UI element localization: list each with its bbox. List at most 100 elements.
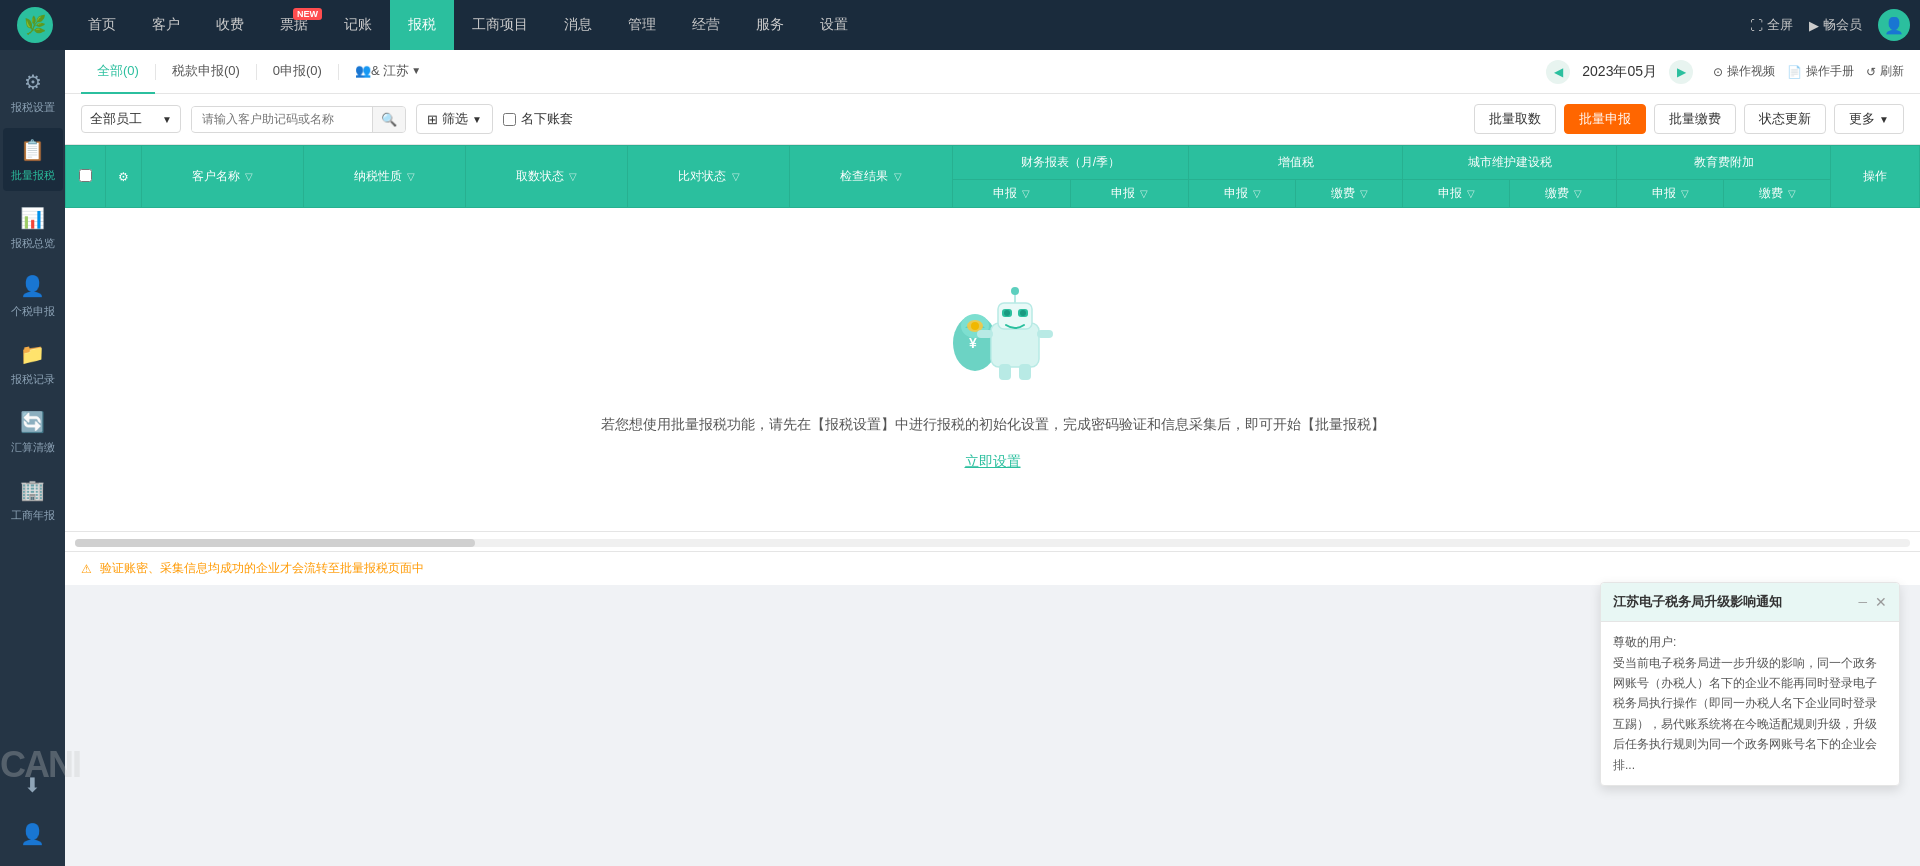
nav-billing[interactable]: 收费 <box>198 0 262 50</box>
date-prev-btn[interactable]: ◀ <box>1546 60 1570 84</box>
nav-operation[interactable]: 经营 <box>674 0 738 50</box>
nav-service[interactable]: 服务 <box>738 0 802 50</box>
video-action[interactable]: ⊙ 操作视频 <box>1713 63 1775 80</box>
status-update-button[interactable]: 状态更新 <box>1744 104 1826 134</box>
chevron-down-icon: ▼ <box>411 65 421 76</box>
th-city-construction: 城市维护建设税 <box>1403 146 1617 180</box>
nav-right: ⛶ 全屏 ▶ 畅会员 👤 <box>1750 9 1910 41</box>
scroll-thumb[interactable] <box>75 539 475 547</box>
filter-button[interactable]: ⊞ 筛选 ▼ <box>416 104 493 134</box>
nav-business[interactable]: 工商项目 <box>454 0 546 50</box>
tab-tax-report[interactable]: 税款申报(0) <box>156 50 256 94</box>
sidebar-item-annual-report[interactable]: 🏢 工商年报 <box>3 468 63 531</box>
tab-zero-report[interactable]: 0申报(0) <box>257 50 338 94</box>
th-fetch-status[interactable]: 取数状态 ▽ <box>466 146 628 208</box>
svg-rect-13 <box>977 330 993 338</box>
sidebar-download[interactable]: ⬇ <box>3 763 63 807</box>
svg-rect-16 <box>1019 364 1031 380</box>
refresh-icon: ↺ <box>1866 65 1876 79</box>
nav-customer[interactable]: 客户 <box>134 0 198 50</box>
th-tax-nature[interactable]: 纳税性质 ▽ <box>304 146 466 208</box>
svg-point-9 <box>1004 310 1010 316</box>
tabs-bar: 全部(0) 税款申报(0) 0申报(0) 👥 & 江苏 ▼ ◀ 2023年05月… <box>65 50 1920 94</box>
notif-minimize-icon[interactable]: ─ <box>1858 595 1867 609</box>
nav-tax[interactable]: 报税 <box>390 0 454 50</box>
tax-overview-icon: 📊 <box>19 204 47 232</box>
sidebar-item-tax-records[interactable]: 📁 报税记录 <box>3 332 63 395</box>
search-input[interactable] <box>192 107 372 131</box>
filter-chevron-icon: ▼ <box>472 114 482 125</box>
th-operation: 操作 <box>1831 146 1920 208</box>
batch-report-button[interactable]: 批量申报 <box>1564 104 1646 134</box>
fullscreen-btn[interactable]: ⛶ 全屏 <box>1750 16 1793 34</box>
sidebar-item-tax-overview[interactable]: 📊 报税总览 <box>3 196 63 259</box>
date-navigation: ◀ 2023年05月 ▶ <box>1546 60 1693 84</box>
select-all-checkbox[interactable] <box>79 169 92 182</box>
svg-rect-14 <box>1037 330 1053 338</box>
manual-action[interactable]: 📄 操作手册 <box>1787 63 1854 80</box>
th-check-result[interactable]: 检查结果 ▽ <box>790 146 952 208</box>
tab-all[interactable]: 全部(0) <box>81 50 155 94</box>
scroll-track <box>75 539 1910 547</box>
account-checkbox[interactable] <box>503 113 516 126</box>
nav-home[interactable]: 首页 <box>70 0 134 50</box>
th-edu-report[interactable]: 申报 ▽ <box>1617 180 1724 208</box>
nav-accounting[interactable]: 记账 <box>326 0 390 50</box>
sidebar-user[interactable]: 👤 <box>3 812 63 856</box>
th-edu-pay[interactable]: 缴费 ▽ <box>1724 180 1831 208</box>
notification-close-btn[interactable]: ✕ <box>1875 594 1887 610</box>
refresh-action[interactable]: ↺ 刷新 <box>1866 63 1904 80</box>
filter-icon: ⊞ <box>427 112 438 127</box>
employee-select[interactable]: 全部员工 ▼ <box>81 105 181 133</box>
th-vat-pay[interactable]: 缴费 ▽ <box>1296 180 1403 208</box>
member-btn[interactable]: ▶ 畅会员 <box>1809 16 1862 34</box>
top-actions: ⊙ 操作视频 📄 操作手册 ↺ 刷新 <box>1713 63 1904 80</box>
logo-icon: 🌿 <box>17 7 53 43</box>
nav-settings[interactable]: 设置 <box>802 0 866 50</box>
download-icon: ⬇ <box>19 771 47 799</box>
th-city-pay[interactable]: 缴费 ▽ <box>1510 180 1617 208</box>
svg-rect-15 <box>999 364 1011 380</box>
sidebar-item-annual-settlement[interactable]: 🔄 汇算清缴 <box>3 400 63 463</box>
svg-point-10 <box>1020 310 1026 316</box>
nav-message[interactable]: 消息 <box>546 0 610 50</box>
more-chevron-icon: ▼ <box>1879 114 1889 125</box>
annual-report-icon: 🏢 <box>19 476 47 504</box>
more-button[interactable]: 更多 ▼ <box>1834 104 1904 134</box>
nav-management[interactable]: 管理 <box>610 0 674 50</box>
new-badge: NEW <box>293 8 322 20</box>
svg-point-4 <box>971 322 979 330</box>
th-education-tax: 教育费附加 <box>1617 146 1831 180</box>
batch-tax-icon: 📋 <box>19 136 47 164</box>
batch-fetch-button[interactable]: 批量取数 <box>1474 104 1556 134</box>
th-vat-report[interactable]: 申报 ▽ <box>1189 180 1296 208</box>
sidebar-item-tax-settings[interactable]: ⚙ 报税设置 <box>3 60 63 123</box>
th-checkbox <box>66 146 106 208</box>
search-button[interactable]: 🔍 <box>372 107 405 132</box>
data-table-container: ⚙ 客户名称 ▽ 纳税性质 ▽ 取数状态 ▽ 比对状态 ▽ 检查结果 ▽ 财务报… <box>65 145 1920 531</box>
play-icon: ▶ <box>1809 18 1819 33</box>
th-fin-report[interactable]: 申报 ▽ <box>952 180 1070 208</box>
th-fin-report2[interactable]: 申报 ▽ <box>1071 180 1189 208</box>
th-settings: ⚙ <box>106 146 142 208</box>
nav-items: 首页 客户 收费 票据 NEW 记账 报税 工商项目 消息 管理 经营 服务 设… <box>70 0 1750 50</box>
tab-region[interactable]: 👥 & 江苏 ▼ <box>339 50 437 94</box>
th-customer[interactable]: 客户名称 ▽ <box>142 146 304 208</box>
batch-pay-button[interactable]: 批量缴费 <box>1654 104 1736 134</box>
notification-title: 江苏电子税务局升级影响通知 <box>1613 593 1782 611</box>
scroll-bar-area <box>65 531 1920 551</box>
nav-invoice[interactable]: 票据 NEW <box>262 0 326 50</box>
search-input-wrap: 🔍 <box>191 106 406 133</box>
top-navigation: 🌿 首页 客户 收费 票据 NEW 记账 报税 工商项目 消息 管理 经营 服务… <box>0 0 1920 50</box>
sidebar-item-personal-tax[interactable]: 👤 个税申报 <box>3 264 63 327</box>
checkbox-label[interactable]: 名下账套 <box>503 110 573 128</box>
date-display: 2023年05月 <box>1582 63 1657 81</box>
th-city-report[interactable]: 申报 ▽ <box>1403 180 1510 208</box>
bottom-bar: ⚠ 验证账密、采集信息均成功的企业才会流转至批量报税页面中 <box>65 551 1920 585</box>
date-next-btn[interactable]: ▶ <box>1669 60 1693 84</box>
fullscreen-icon: ⛶ <box>1750 18 1763 33</box>
user-avatar[interactable]: 👤 <box>1878 9 1910 41</box>
setup-link[interactable]: 立即设置 <box>965 453 1021 471</box>
sidebar-item-batch-tax[interactable]: 📋 批量报税 <box>3 128 63 191</box>
th-compare-status[interactable]: 比对状态 ▽ <box>628 146 790 208</box>
